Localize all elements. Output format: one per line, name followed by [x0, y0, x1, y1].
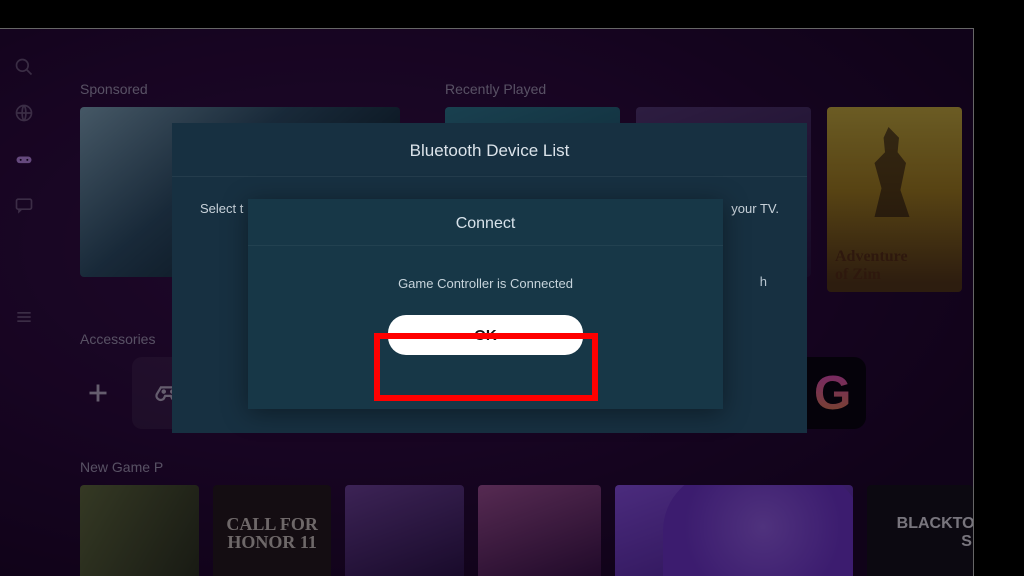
- connect-modal-title: Connect: [248, 199, 723, 245]
- tv-screen: Sponsored Recently Played Adventure of Z…: [0, 28, 974, 576]
- ok-button[interactable]: OK: [388, 315, 583, 355]
- bluetooth-modal-title: Bluetooth Device List: [172, 123, 807, 176]
- bluetooth-hint-left: Select t: [200, 201, 243, 216]
- connect-modal: Connect Game Controller is Connected OK: [248, 199, 723, 409]
- connect-modal-message: Game Controller is Connected: [248, 246, 723, 315]
- bluetooth-hint-right: your TV.: [731, 201, 779, 216]
- bluetooth-row-right: h: [760, 274, 767, 289]
